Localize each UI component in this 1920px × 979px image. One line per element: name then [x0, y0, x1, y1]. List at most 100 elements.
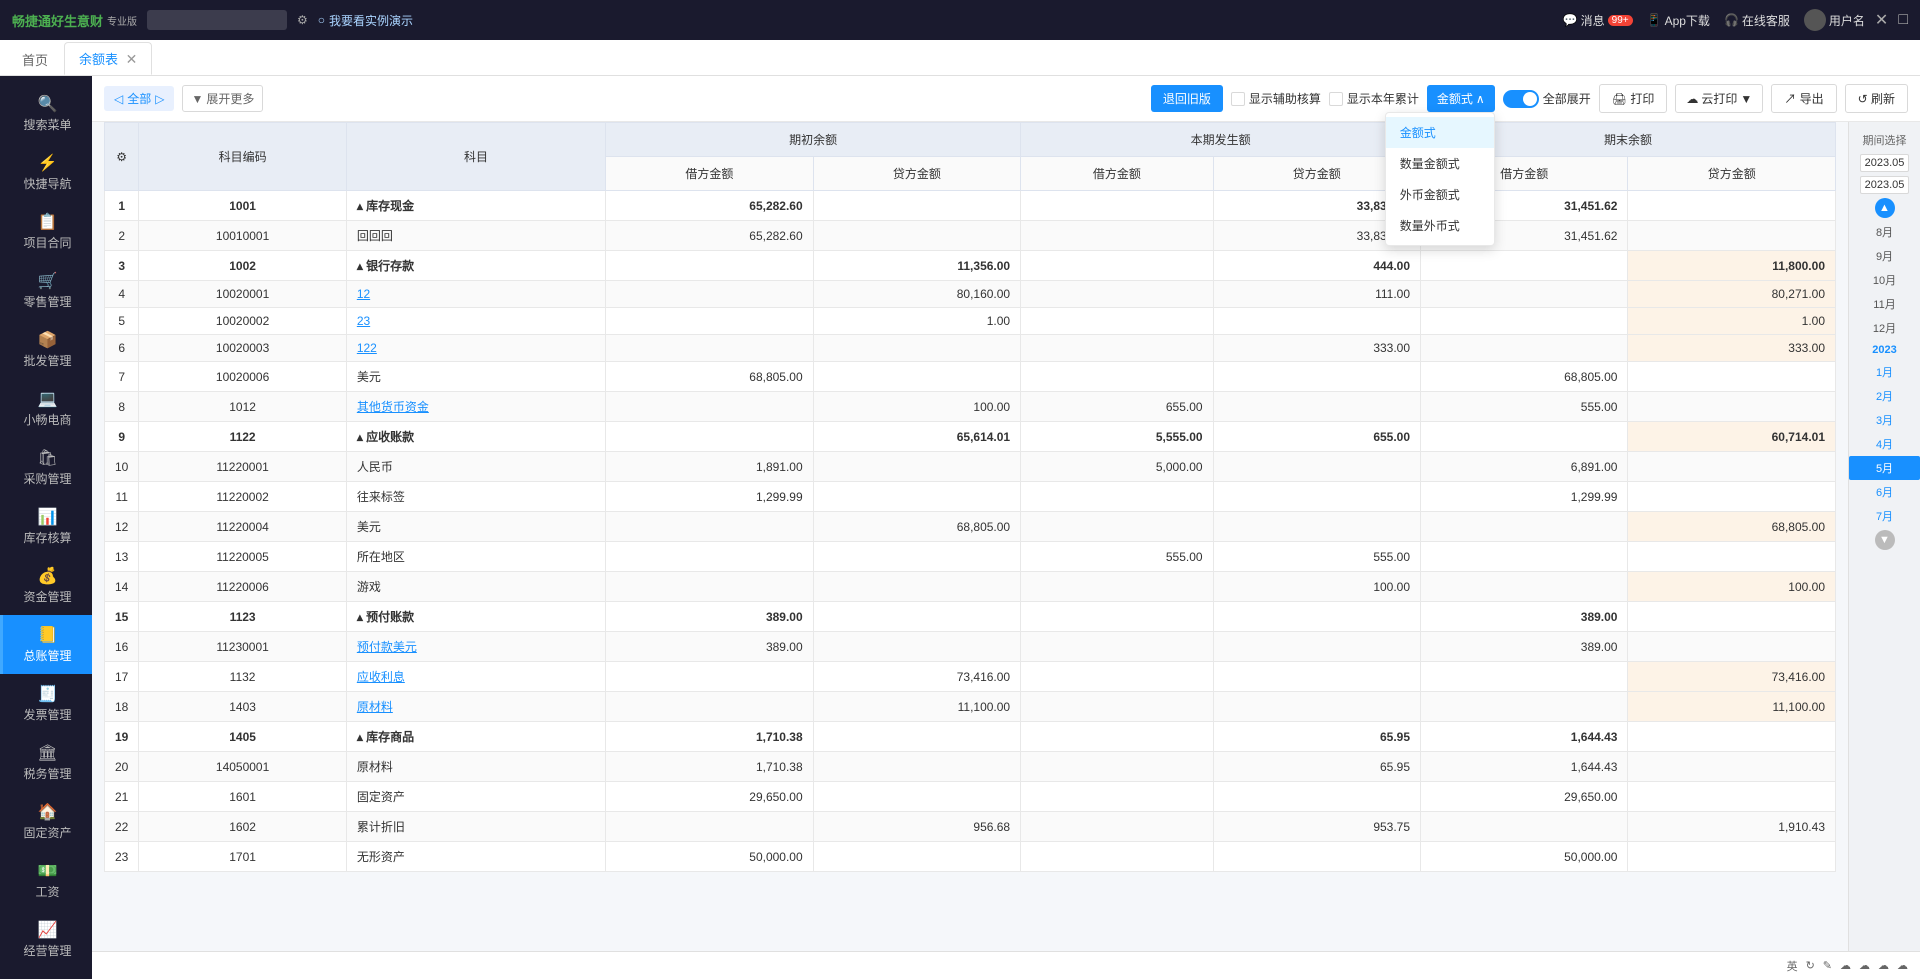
window-maximize[interactable]: □: [1898, 11, 1908, 29]
settings-icon[interactable]: ⚙: [297, 13, 308, 27]
closing_credit: 100.00: [1628, 572, 1836, 602]
opening_credit: [813, 572, 1020, 602]
sidebar-item-ecommerce[interactable]: 💻 小畅电商: [0, 379, 92, 438]
account-name[interactable]: 原材料: [346, 692, 605, 722]
all-filter[interactable]: ◁ 全部 ▷: [104, 86, 174, 111]
account-name[interactable]: 预付款美元: [346, 632, 605, 662]
bottom-lang-icon[interactable]: 英: [1787, 958, 1798, 974]
sidebar-item-wholesale[interactable]: 📦 批发管理: [0, 320, 92, 379]
cloud-print-btn[interactable]: ☁ 云打印 ▼: [1675, 84, 1763, 113]
period_debit: [1021, 752, 1213, 782]
auxiliary-checkbox[interactable]: [1231, 92, 1245, 106]
tab-close-icon[interactable]: ✕: [126, 51, 138, 67]
sidebar-item-purchase[interactable]: 🛍 采购管理: [0, 438, 92, 497]
download-icon: 📱: [1647, 13, 1662, 27]
sidebar-item-invoice[interactable]: 🧾 发票管理: [0, 674, 92, 733]
period-month-1[interactable]: 1月: [1849, 360, 1920, 384]
period_debit: [1021, 335, 1213, 362]
period-month-9[interactable]: 9月: [1849, 244, 1920, 268]
row-number: 23: [105, 842, 139, 872]
row-number: 16: [105, 632, 139, 662]
account-name[interactable]: 23: [346, 308, 605, 335]
sidebar-item-inventory[interactable]: 📊 库存核算: [0, 497, 92, 556]
demo-link[interactable]: ○ 我要看实例演示: [318, 12, 413, 29]
account-name[interactable]: 其他货币资金: [346, 392, 605, 422]
bottom-cloud1-icon[interactable]: ☁: [1840, 959, 1851, 972]
account-name[interactable]: 应收利息: [346, 662, 605, 692]
bottom-cloud2-icon[interactable]: ☁: [1859, 959, 1870, 972]
bottom-refresh-icon[interactable]: ↻: [1806, 959, 1815, 972]
export-icon: ↗: [1784, 92, 1799, 106]
opening_debit: 29,650.00: [606, 782, 813, 812]
export-btn[interactable]: ↗ 导出: [1771, 84, 1836, 113]
return-old-btn[interactable]: 退回旧版: [1151, 85, 1223, 112]
message-action[interactable]: 💬 消息 99+: [1563, 12, 1633, 29]
period-month-4[interactable]: 4月: [1849, 432, 1920, 456]
sidebar-item-search[interactable]: 🔍 搜索菜单: [0, 84, 92, 143]
sidebar-item-ledger[interactable]: 📒 总账管理: [0, 615, 92, 674]
period-month-6[interactable]: 6月: [1849, 480, 1920, 504]
account-name[interactable]: 12: [346, 281, 605, 308]
table-settings-icon[interactable]: ⚙: [116, 150, 127, 164]
sidebar-item-assets[interactable]: 🏠 固定资产: [0, 792, 92, 851]
tab-balance[interactable]: 余额表 ✕: [64, 42, 152, 75]
print-btn[interactable]: 🖨 打印: [1599, 84, 1668, 113]
row-number: 22: [105, 812, 139, 842]
period-year-2023[interactable]: 2023: [1849, 340, 1920, 360]
closing_credit: 11,800.00: [1628, 251, 1836, 281]
account-code: 11220002: [139, 482, 346, 512]
sidebar-item-retail[interactable]: 🛒 零售管理: [0, 261, 92, 320]
period-year-start[interactable]: 2023.05: [1860, 154, 1910, 172]
account-code: 10010001: [139, 221, 346, 251]
sidebar-item-payroll[interactable]: 💵 工资: [0, 851, 92, 910]
window-close[interactable]: ✕: [1875, 10, 1888, 30]
period_debit: [1021, 602, 1213, 632]
period-month-10[interactable]: 10月: [1849, 268, 1920, 292]
top-search-input[interactable]: [147, 10, 287, 30]
period-nav-down[interactable]: ▼: [1875, 530, 1895, 550]
account-code: 10020001: [139, 281, 346, 308]
account-name[interactable]: 122: [346, 335, 605, 362]
sidebar-item-shortcuts[interactable]: ⚡ 快捷导航: [0, 143, 92, 202]
bottom-cloud3-icon[interactable]: ☁: [1878, 959, 1889, 972]
bottom-cloud4-icon[interactable]: ☁: [1897, 959, 1908, 972]
expand-more-btn[interactable]: ▼ 展开更多: [182, 85, 263, 112]
annual-checkbox[interactable]: [1329, 92, 1343, 106]
bottom-edit-icon[interactable]: ✎: [1823, 959, 1832, 972]
period_credit: [1213, 308, 1420, 335]
period-month-11[interactable]: 11月: [1849, 292, 1920, 316]
table-row: 231701无形资产50,000.0050,000.00: [105, 842, 1836, 872]
period-month-5[interactable]: 5月: [1849, 456, 1920, 480]
period-month-12[interactable]: 12月: [1849, 316, 1920, 340]
sidebar-item-operations[interactable]: 📈 经营管理: [0, 910, 92, 969]
period-month-7[interactable]: 7月: [1849, 504, 1920, 528]
period-month-8[interactable]: 8月: [1849, 220, 1920, 244]
app-name: 畅捷通好生意财: [12, 11, 103, 30]
sidebar-item-tax[interactable]: 🏛 税务管理: [0, 733, 92, 792]
expand-switch[interactable]: [1503, 90, 1539, 108]
dropdown-item-amount[interactable]: 金额式: [1386, 117, 1494, 148]
dropdown-item-qty-amount[interactable]: 数量金额式: [1386, 148, 1494, 179]
dropdown-item-foreign[interactable]: 外币金额式: [1386, 179, 1494, 210]
tab-home[interactable]: 首页: [8, 44, 62, 75]
amount-style-btn[interactable]: 金额式 ∧: [1427, 85, 1495, 112]
period-year-end[interactable]: 2023.05: [1860, 176, 1910, 194]
opening_debit: 1,891.00: [606, 452, 813, 482]
sidebar-item-expense[interactable]: 🧮 小畅报销: [0, 969, 92, 979]
opening_credit: [813, 752, 1020, 782]
sidebar-item-finance[interactable]: 💰 资金管理: [0, 556, 92, 615]
th-period-group: 本期发生额: [1021, 123, 1421, 157]
refresh-btn[interactable]: ↺ 刷新: [1845, 84, 1908, 113]
period-month-2[interactable]: 2月: [1849, 384, 1920, 408]
user-action[interactable]: 用户名: [1804, 9, 1865, 31]
row-number: 21: [105, 782, 139, 812]
opening_debit: 1,710.38: [606, 722, 813, 752]
sidebar-item-project[interactable]: 📋 项目合同: [0, 202, 92, 261]
period-month-3[interactable]: 3月: [1849, 408, 1920, 432]
app-download-action[interactable]: 📱 App下载: [1647, 12, 1710, 29]
period-nav-up[interactable]: ▲: [1875, 198, 1895, 218]
online-service-action[interactable]: 🎧 在线客服: [1724, 12, 1790, 29]
closing_credit: [1628, 221, 1836, 251]
opening_credit: 80,160.00: [813, 281, 1020, 308]
dropdown-item-qty-foreign[interactable]: 数量外币式: [1386, 210, 1494, 241]
